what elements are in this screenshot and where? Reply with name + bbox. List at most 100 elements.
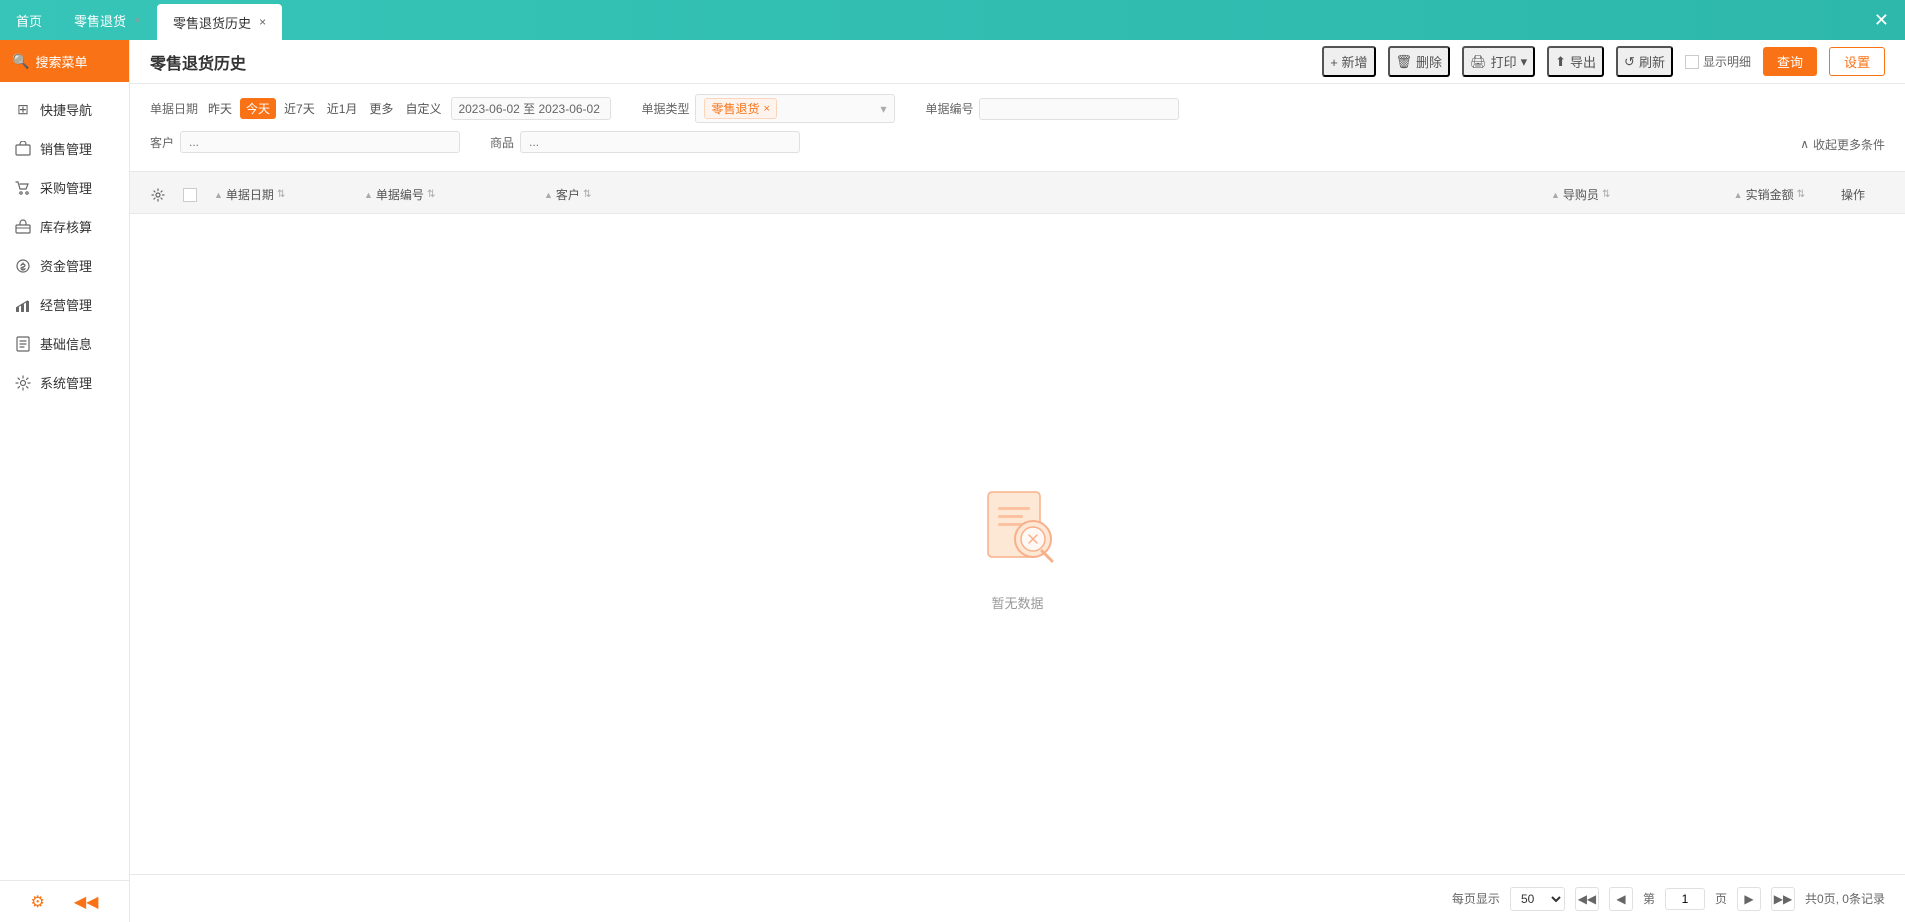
table-area: ▲ 单据日期 ⇅ ▲ 单据编号 ⇅ ▲ 客户 ⇅ ▲ 导购员 ⇅ ▲ 实销金额	[130, 176, 1905, 922]
th-date[interactable]: ▲ 单据日期 ⇅	[206, 186, 356, 203]
sidebar-search[interactable]: 🔍 搜索菜单	[0, 40, 129, 82]
tab-retail-return-history-close[interactable]: ×	[259, 15, 266, 29]
sales-icon	[14, 140, 32, 158]
date-options: 昨天 今天 近7天 近1月 更多 自定义	[204, 98, 445, 119]
next-page-button[interactable]: ▶	[1737, 887, 1761, 911]
nav-tabs: 首页 零售退货 × 零售退货历史 ×	[0, 0, 1858, 40]
sidebar-footer: ⚙ ◀◀	[0, 880, 129, 922]
th-guide[interactable]: ▲ 导购员 ⇅	[1543, 186, 1693, 203]
table-select-all[interactable]	[174, 188, 206, 202]
query-button[interactable]: 查询	[1763, 47, 1817, 76]
refresh-button[interactable]: ↺ 刷新	[1616, 46, 1673, 77]
export-icon: ⬆	[1555, 54, 1566, 70]
first-page-button[interactable]: ◀◀	[1575, 887, 1599, 911]
page-suffix: 页	[1715, 890, 1727, 907]
add-button[interactable]: + 新增	[1322, 46, 1375, 77]
filter-date: 单据日期 昨天 今天 近7天 近1月 更多 自定义 2023-06-02 至 2…	[150, 97, 611, 120]
tab-retail-return-close[interactable]: ×	[134, 13, 141, 27]
filter-goods: 商品	[490, 131, 800, 153]
table-settings-icon[interactable]	[142, 188, 174, 202]
filter-number: 单据编号	[925, 98, 1179, 120]
tab-retail-return-history[interactable]: 零售退货历史 ×	[157, 4, 282, 40]
th-amount-sort-icon: ⇅	[1797, 189, 1805, 200]
collapse-filters-button[interactable]: ∧ 收起更多条件	[1800, 136, 1885, 153]
goods-input[interactable]	[520, 131, 800, 153]
type-select-dropdown-icon: ▾	[880, 102, 886, 116]
header-actions: + 新增 🗑 删除 🖨 打印 ▾ ⬆ 导出 ↺ 刷新 显示明细	[1322, 46, 1885, 77]
sort-asc-icon3: ▲	[544, 190, 553, 200]
search-icon: 🔍	[12, 53, 29, 70]
date-range-input[interactable]: 2023-06-02 至 2023-06-02	[451, 97, 611, 120]
th-no[interactable]: ▲ 单据编号 ⇅	[356, 186, 536, 203]
customer-input[interactable]	[180, 131, 460, 153]
settings-button[interactable]: 设置	[1829, 47, 1885, 76]
tab-retail-return[interactable]: 零售退货 ×	[58, 0, 157, 40]
sort-asc-icon: ▲	[214, 190, 223, 200]
th-guide-sort-icon: ⇅	[1602, 189, 1610, 200]
refresh-icon: ↺	[1624, 54, 1635, 70]
top-nav: 首页 零售退货 × 零售退货历史 × ✕	[0, 0, 1905, 40]
operations-icon	[14, 296, 32, 314]
filter-area: 单据日期 昨天 今天 近7天 近1月 更多 自定义 2023-06-02 至 2…	[130, 84, 1905, 172]
print-icon: 🖨	[1470, 54, 1487, 70]
filter-type: 单据类型 零售退货 × ▾	[641, 94, 895, 123]
show-detail-checkbox[interactable]	[1685, 55, 1699, 69]
pagination: 每页显示 50 20 100 ◀◀ ◀ 第 页 ▶ ▶▶ 共0页, 0条记录	[130, 874, 1905, 922]
th-customer-sort-icon: ⇅	[583, 189, 591, 200]
sidebar-item-system[interactable]: 系统管理	[0, 363, 129, 402]
sort-asc-icon4: ▲	[1551, 190, 1560, 200]
settings-footer-icon[interactable]: ⚙	[31, 892, 45, 912]
delete-icon: 🗑	[1396, 54, 1413, 70]
page-size-select[interactable]: 50 20 100	[1510, 887, 1565, 911]
sidebar-item-purchase[interactable]: 采购管理	[0, 168, 129, 207]
sidebar-item-finance[interactable]: 资金管理	[0, 246, 129, 285]
date-btn-1month[interactable]: 近1月	[323, 98, 362, 119]
inventory-icon	[14, 218, 32, 236]
date-btn-more[interactable]: 更多	[365, 98, 397, 119]
total-text: 共0页, 0条记录	[1805, 890, 1885, 907]
number-input[interactable]	[979, 98, 1179, 120]
sidebar-item-inventory[interactable]: 库存核算	[0, 207, 129, 246]
last-page-button[interactable]: ▶▶	[1771, 887, 1795, 911]
table-header: ▲ 单据日期 ⇅ ▲ 单据编号 ⇅ ▲ 客户 ⇅ ▲ 导购员 ⇅ ▲ 实销金额	[130, 176, 1905, 214]
print-button[interactable]: 🖨 打印 ▾	[1462, 46, 1535, 77]
collapse-icon: ∧	[1800, 137, 1809, 151]
date-btn-custom[interactable]: 自定义	[401, 98, 445, 119]
export-button[interactable]: ⬆ 导出	[1547, 46, 1604, 77]
sidebar-item-basic-info[interactable]: 基础信息	[0, 324, 129, 363]
window-close-button[interactable]: ✕	[1858, 10, 1905, 31]
page-size-label: 每页显示	[1452, 890, 1500, 907]
date-btn-yesterday[interactable]: 昨天	[204, 98, 236, 119]
type-tag-close[interactable]: ×	[763, 103, 769, 115]
th-amount[interactable]: ▲ 实销金额 ⇅	[1693, 186, 1813, 203]
date-btn-7days[interactable]: 近7天	[280, 98, 319, 119]
sidebar: 🔍 搜索菜单 ⊞ 快捷导航 销售管理 采购管理 库存核算	[0, 40, 130, 922]
th-customer[interactable]: ▲ 客户 ⇅	[536, 186, 1543, 203]
audio-footer-icon[interactable]: ◀◀	[74, 892, 99, 912]
empty-icon	[968, 477, 1068, 577]
filter-customer: 客户	[150, 131, 460, 153]
th-actions: 操作	[1813, 186, 1893, 203]
select-all-checkbox[interactable]	[183, 188, 197, 202]
sort-asc-icon2: ▲	[364, 190, 373, 200]
main-content: 零售退货历史 + 新增 🗑 删除 🖨 打印 ▾ ⬆ 导出 ↺ 刷新	[130, 40, 1905, 922]
delete-button[interactable]: 🗑 删除	[1388, 46, 1451, 77]
sidebar-item-sales[interactable]: 销售管理	[0, 129, 129, 168]
quick-nav-icon: ⊞	[14, 101, 32, 119]
sidebar-items: ⊞ 快捷导航 销售管理 采购管理 库存核算 资金管理	[0, 82, 129, 880]
purchase-icon	[14, 179, 32, 197]
sort-asc-icon5: ▲	[1734, 190, 1743, 200]
show-detail-label[interactable]: 显示明细	[1685, 53, 1751, 70]
type-tag: 零售退货 ×	[704, 98, 776, 119]
sidebar-item-operations[interactable]: 经营管理	[0, 285, 129, 324]
page-number-input[interactable]	[1665, 888, 1705, 910]
th-no-sort-icon: ⇅	[427, 189, 435, 200]
prev-page-button[interactable]: ◀	[1609, 887, 1633, 911]
sidebar-item-quick-nav[interactable]: ⊞ 快捷导航	[0, 90, 129, 129]
empty-state: 暂无数据	[130, 214, 1905, 874]
system-icon	[14, 374, 32, 392]
date-btn-today[interactable]: 今天	[240, 98, 276, 119]
tab-home[interactable]: 首页	[0, 0, 58, 40]
filter-row-1: 单据日期 昨天 今天 近7天 近1月 更多 自定义 2023-06-02 至 2…	[150, 94, 1885, 123]
type-select[interactable]: 零售退货 × ▾	[695, 94, 895, 123]
